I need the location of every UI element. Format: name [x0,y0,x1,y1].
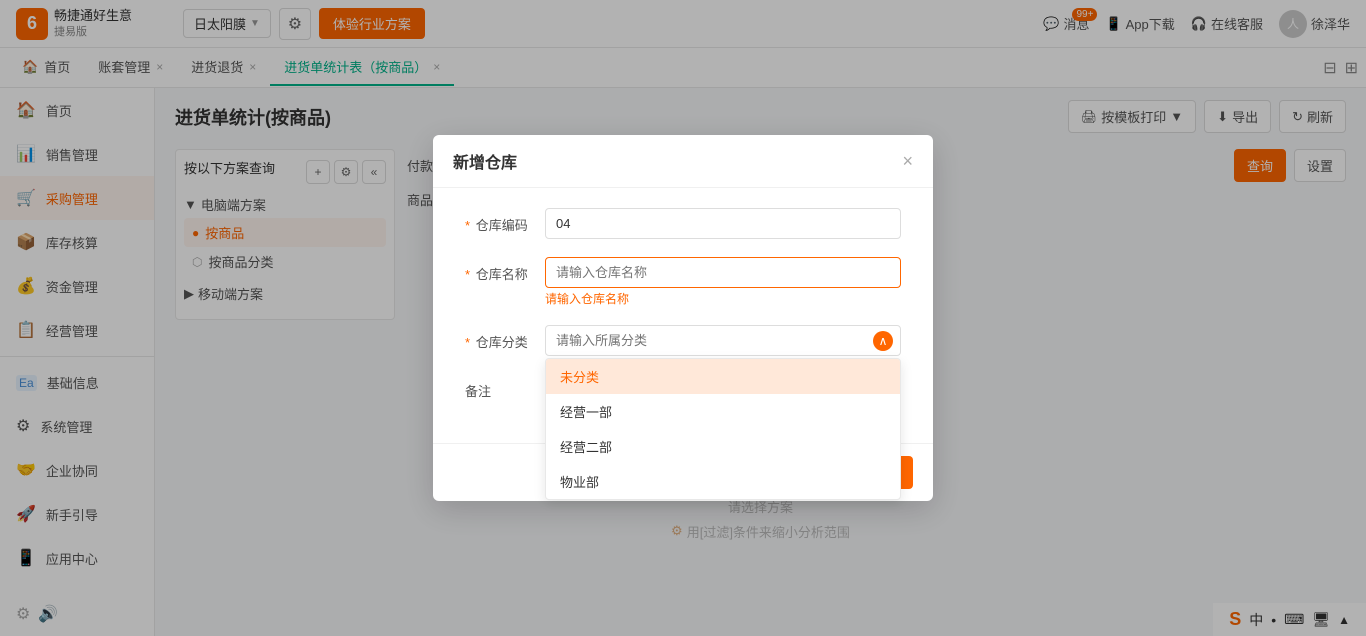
code-label: * 仓库编码 [465,208,545,234]
warehouse-code-input[interactable] [545,208,901,239]
modal-header: 新增仓库 × [433,135,933,188]
overlay: 新增仓库 × * 仓库编码 * 仓库名称 [0,0,1366,636]
dropdown-item-dept2[interactable]: 经营二部 [546,429,900,464]
name-row: * 仓库名称 请输入仓库名称 [465,257,901,307]
dropdown-item-dept1[interactable]: 经营一部 [546,394,900,429]
code-input-wrap [545,208,901,239]
warehouse-name-input[interactable] [545,257,901,288]
dropdown-item-uncategorized[interactable]: 未分类 [546,359,900,394]
category-arrow-icon[interactable]: ∧ [873,331,893,351]
name-label: * 仓库名称 [465,257,545,283]
category-input-wrap: ∧ 未分类 经营一部 经营二部 物业部 [545,325,901,356]
modal-body: * 仓库编码 * 仓库名称 请输入仓库名称 [433,188,933,443]
dropdown-item-property[interactable]: 物业部 [546,464,900,499]
new-warehouse-modal: 新增仓库 × * 仓库编码 * 仓库名称 [433,135,933,501]
category-dropdown: 未分类 经营一部 经营二部 物业部 [545,358,901,500]
code-row: * 仓库编码 [465,208,901,239]
category-label: * 仓库分类 [465,325,545,351]
warehouse-category-input[interactable] [545,325,901,356]
modal-title: 新增仓库 [453,149,517,173]
note-label: 备注 [465,374,545,400]
name-input-wrap: 请输入仓库名称 [545,257,901,307]
category-row: * 仓库分类 ∧ 未分类 经营一部 [465,325,901,356]
modal-close-button[interactable]: × [902,151,913,172]
name-error-msg: 请输入仓库名称 [545,290,901,307]
